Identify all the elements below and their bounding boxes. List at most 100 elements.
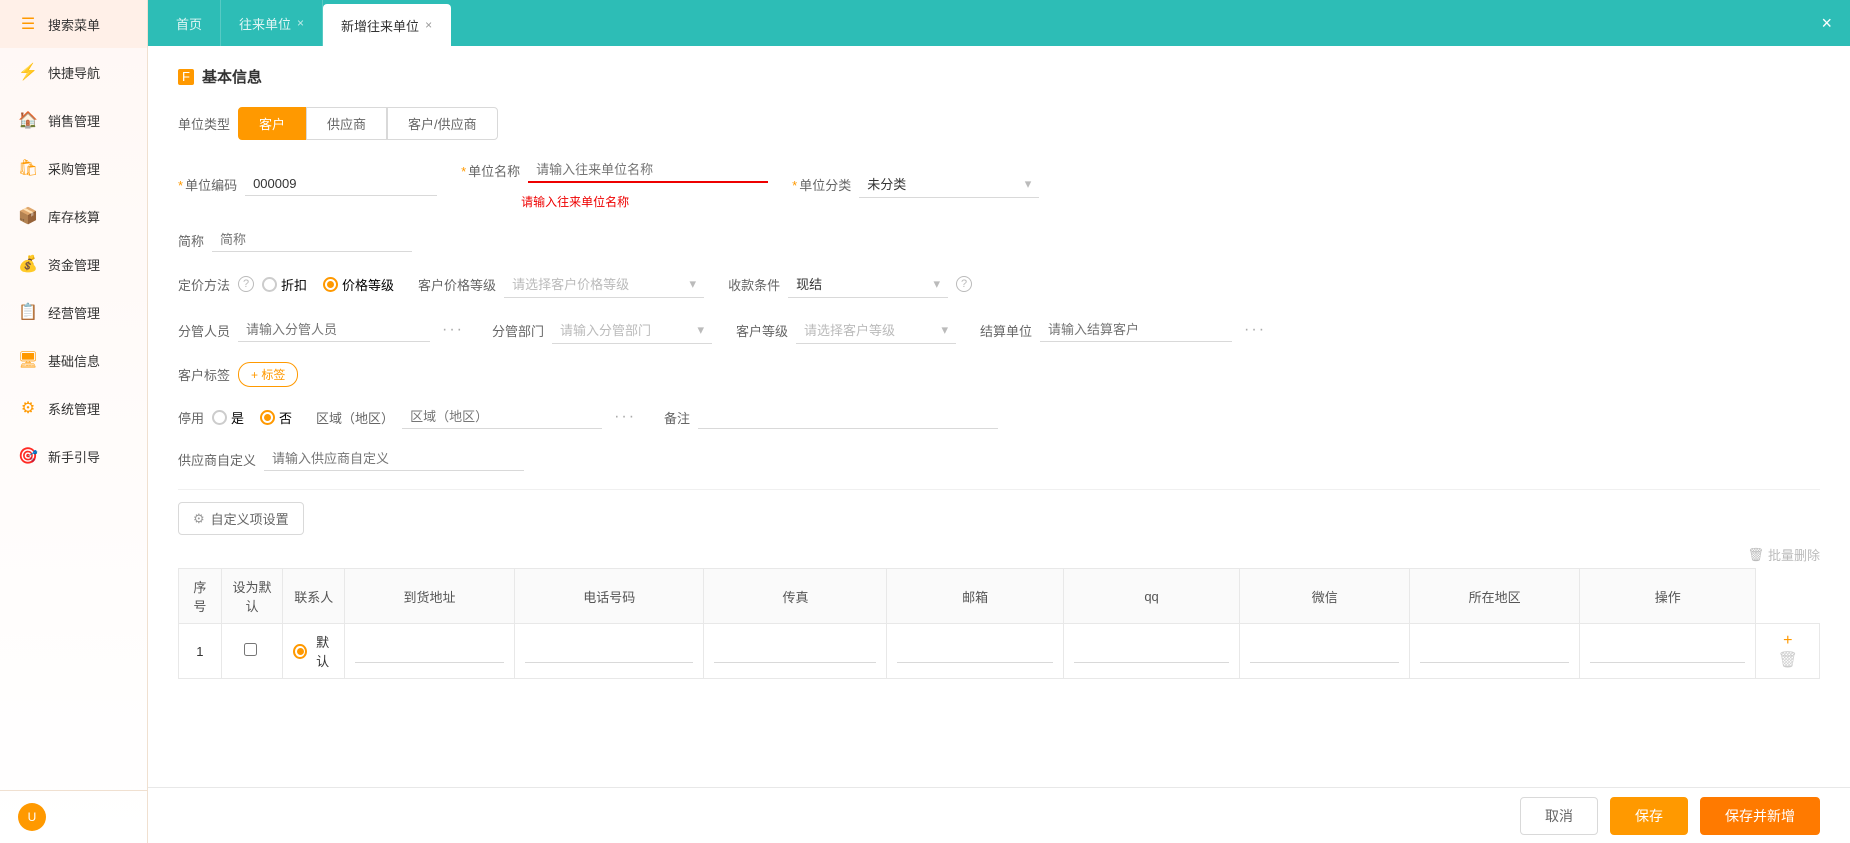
row-phone[interactable] (704, 624, 887, 679)
category-label: *单位分类 (792, 175, 851, 194)
price-grade-select[interactable]: 请选择客户价格等级 ▾ (504, 270, 704, 298)
tabs-bar: 首页 往来单位 × 新增往来单位 × × (148, 0, 1850, 46)
sidebar-item-system[interactable]: ⚙ 系统管理 (0, 384, 147, 432)
category-select[interactable]: 未分类 ▾ (859, 170, 1039, 198)
tag-group: 客户标签 + 标签 (178, 362, 298, 387)
code-label: *单位编码 (178, 175, 237, 194)
tab-home[interactable]: 首页 (158, 0, 221, 46)
manager-input[interactable] (238, 318, 430, 342)
table-header: 序号 设为默认 联系人 到货地址 电话号码 传真 邮箱 qq 微信 所在地区 操… (179, 569, 1820, 624)
disabled-radio-group: 是 否 (212, 408, 292, 427)
sidebar-item-guide[interactable]: 🎯 新手引导 (0, 432, 147, 480)
batch-delete-label[interactable]: 批量删除 (1768, 545, 1820, 564)
row-checkbox[interactable] (244, 643, 257, 656)
custom-settings-button[interactable]: ⚙ 自定义项设置 (178, 502, 304, 535)
pricing-radio-group: 折扣 价格等级 (262, 275, 394, 294)
price-grade-group: 客户价格等级 请选择客户价格等级 ▾ (418, 270, 704, 298)
tab-partners-close[interactable]: × (297, 17, 304, 29)
delete-row-button[interactable]: 🗑 (1774, 650, 1802, 670)
sidebar-item-sales[interactable]: 🏠 销售管理 (0, 96, 147, 144)
col-contact: 联系人 (283, 569, 345, 624)
remark-label: 备注 (664, 408, 690, 427)
row-address[interactable] (515, 624, 704, 679)
sidebar-item-inventory[interactable]: 📦 库存核算 (0, 192, 147, 240)
main-content: 首页 往来单位 × 新增往来单位 × × F 基本信息 单位类型 客户 供应商 (148, 0, 1850, 843)
settlement-input[interactable] (1040, 318, 1232, 342)
shortname-row: 简称 (178, 228, 1820, 252)
dept-placeholder: 请输入分管部门 (560, 320, 651, 339)
code-group: *单位编码 (178, 172, 437, 196)
sidebar-item-operation[interactable]: 📋 经营管理 (0, 288, 147, 336)
payment-group: 收款条件 现结 ▾ ? (728, 270, 972, 298)
col-action: 操作 (1580, 569, 1756, 624)
row-fax[interactable] (887, 624, 1063, 679)
customer-grade-select[interactable]: 请选择客户等级 ▾ (796, 316, 956, 344)
payment-select[interactable]: 现结 ▾ (788, 270, 948, 298)
finance-icon: 💰 (18, 254, 38, 274)
contacts-table: 序号 设为默认 联系人 到货地址 电话号码 传真 邮箱 qq 微信 所在地区 操… (178, 568, 1820, 679)
unit-type-customer[interactable]: 客户 (238, 107, 306, 140)
system-icon: ⚙ (18, 398, 38, 418)
customer-grade-group: 客户等级 请选择客户等级 ▾ (736, 316, 956, 344)
disabled-no-option[interactable]: 否 (260, 408, 292, 427)
pricing-discount-option[interactable]: 折扣 (262, 275, 307, 294)
payment-help-icon[interactable]: ? (956, 276, 972, 292)
disabled-label: 停用 (178, 408, 204, 427)
row-wechat[interactable] (1410, 624, 1580, 679)
save-button[interactable]: 保存 (1610, 797, 1688, 835)
default-radio[interactable] (293, 644, 307, 659)
pricing-help-icon[interactable]: ? (238, 276, 254, 292)
row-area[interactable] (1580, 624, 1756, 679)
tab-partners[interactable]: 往来单位 × (221, 0, 323, 46)
disabled-area-remark-row: 停用 是 否 区域（地区） ··· (178, 405, 1820, 429)
unit-type-supplier[interactable]: 供应商 (306, 107, 387, 140)
sidebar-label-basic: 基础信息 (48, 351, 100, 370)
remark-input[interactable] (698, 405, 998, 429)
supplier-custom-label: 供应商自定义 (178, 450, 256, 469)
section-title: 基本信息 (202, 66, 262, 87)
settlement-more-icon[interactable]: ··· (1240, 321, 1270, 339)
save-and-new-button[interactable]: 保存并新增 (1700, 797, 1820, 835)
shortname-input[interactable] (212, 228, 412, 252)
tab-home-label: 首页 (176, 14, 202, 33)
code-input[interactable] (245, 172, 437, 196)
disabled-yes-option[interactable]: 是 (212, 408, 244, 427)
supplier-custom-group: 供应商自定义 (178, 447, 524, 471)
row-email[interactable] (1063, 624, 1239, 679)
row-qq[interactable] (1240, 624, 1410, 679)
manager-more-icon[interactable]: ··· (438, 321, 468, 339)
tab-new-partner[interactable]: 新增往来单位 × (323, 4, 451, 46)
disabled-no-radio (260, 410, 275, 425)
pricing-grade-option[interactable]: 价格等级 (323, 275, 394, 294)
sales-icon: 🏠 (18, 110, 38, 130)
settlement-label: 结算单位 (980, 321, 1032, 340)
sidebar-item-purchase[interactable]: 🛍 采购管理 (0, 144, 147, 192)
sidebar-item-basic[interactable]: 🖥 基础信息 (0, 336, 147, 384)
name-input-wrapper (528, 158, 768, 183)
sidebar-search[interactable]: ☰ 搜索菜单 (0, 0, 147, 48)
unit-type-both[interactable]: 客户/供应商 (387, 107, 498, 140)
area-input[interactable] (402, 405, 602, 429)
row-contact[interactable] (345, 624, 515, 679)
add-row-button[interactable]: + (1779, 632, 1796, 650)
supplier-custom-input[interactable] (264, 447, 524, 471)
price-grade-arrow-icon: ▾ (690, 276, 697, 292)
row-default-check[interactable] (221, 624, 283, 679)
name-error-msg: 请输入往来单位名称 (521, 193, 629, 210)
add-tag-button[interactable]: + 标签 (238, 362, 298, 387)
sidebar-label-guide: 新手引导 (48, 447, 100, 466)
dept-select[interactable]: 请输入分管部门 ▾ (552, 316, 712, 344)
tab-new-partner-close[interactable]: × (425, 19, 432, 31)
payment-arrow-icon: ▾ (934, 276, 941, 292)
settlement-group: 结算单位 ··· (980, 318, 1270, 342)
customer-grade-placeholder: 请选择客户等级 (804, 320, 895, 339)
sidebar-item-finance[interactable]: 💰 资金管理 (0, 240, 147, 288)
cancel-button[interactable]: 取消 (1520, 797, 1598, 835)
name-input[interactable] (528, 158, 768, 183)
custom-settings-row: ⚙ 自定义项设置 (178, 502, 1820, 535)
sidebar-item-quick-nav[interactable]: ⚡ 快捷导航 (0, 48, 147, 96)
close-all-button[interactable]: × (1813, 13, 1840, 34)
sidebar-label-inventory: 库存核算 (48, 207, 100, 226)
col-qq: qq (1063, 569, 1239, 624)
area-more-icon[interactable]: ··· (610, 408, 640, 426)
